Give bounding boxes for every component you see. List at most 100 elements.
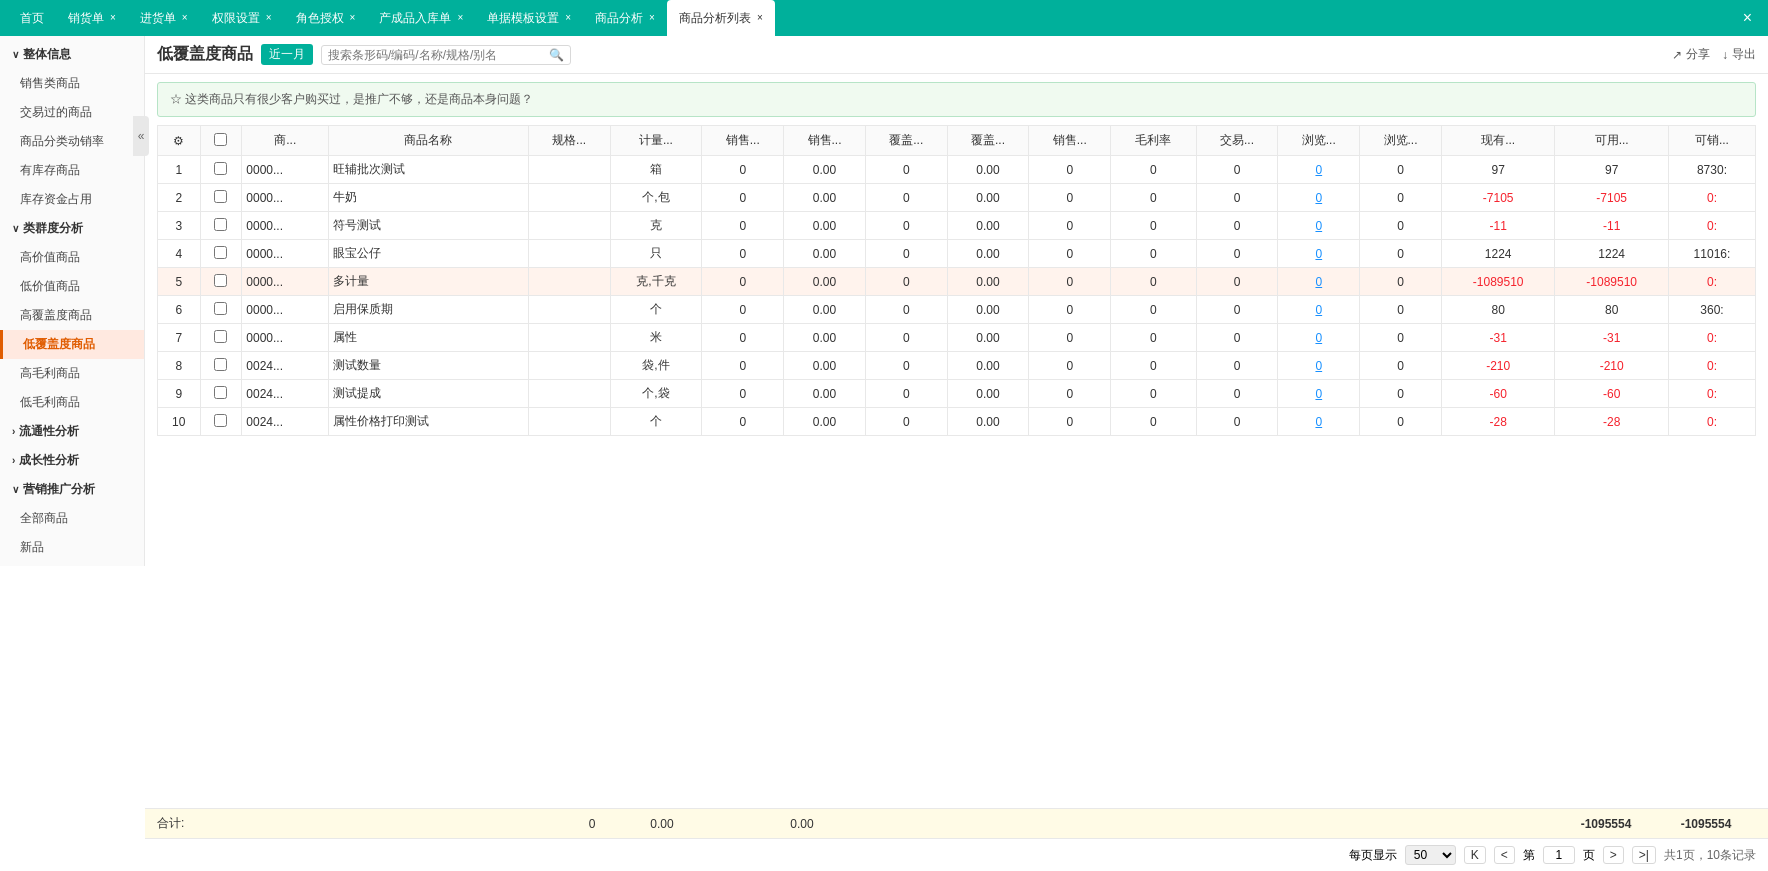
tab-template[interactable]: 单据模板设置 × [475, 0, 583, 36]
row-select-checkbox[interactable] [214, 386, 227, 399]
close-sales-tab[interactable]: × [110, 0, 116, 36]
row-gross-margin: 0 [1111, 296, 1197, 324]
search-input[interactable] [328, 48, 549, 62]
sidebar-collapse-button[interactable]: « [133, 116, 149, 156]
close-permission-tab[interactable]: × [266, 0, 272, 36]
row-select-checkbox[interactable] [214, 302, 227, 315]
row-select-checkbox[interactable] [214, 246, 227, 259]
sidebar-item-in-stock[interactable]: 有库存商品 [0, 156, 144, 185]
sidebar-item-sales-goods[interactable]: 销售类商品 [0, 69, 144, 98]
row-select-checkbox[interactable] [214, 414, 227, 427]
row-browse1[interactable]: 0 [1278, 296, 1360, 324]
close-template-tab[interactable]: × [565, 0, 571, 36]
sidebar-section-cluster[interactable]: ∨ 类群度分析 [0, 214, 144, 243]
close-product-tab[interactable]: × [457, 0, 463, 36]
row-checkbox[interactable] [200, 240, 242, 268]
export-button[interactable]: ↓ 导出 [1722, 46, 1756, 63]
close-purchase-tab[interactable]: × [182, 0, 188, 36]
row-browse1[interactable]: 0 [1278, 408, 1360, 436]
table-container[interactable]: ⚙ 商... 商品名称 规格... 计量... 销售... 销售... 覆盖..… [145, 125, 1768, 808]
row-available: -31 [1555, 324, 1669, 352]
sidebar-section-growth[interactable]: › 成长性分析 [0, 446, 144, 475]
window-close-button[interactable]: × [1735, 9, 1760, 27]
table-row: 9 0024... 测试提成 个,袋 0 0.00 0 0.00 0 0 0 0… [158, 380, 1756, 408]
row-browse1[interactable]: 0 [1278, 380, 1360, 408]
row-sellable: 8730: [1668, 156, 1755, 184]
row-spec [528, 240, 610, 268]
sidebar-item-high-value[interactable]: 高价值商品 [0, 243, 144, 272]
row-select-checkbox[interactable] [214, 218, 227, 231]
row-current: -1089510 [1441, 268, 1555, 296]
row-select-checkbox[interactable] [214, 330, 227, 343]
last-page-button[interactable]: >| [1632, 846, 1656, 864]
row-browse1[interactable]: 0 [1278, 240, 1360, 268]
tab-home[interactable]: 低覆盖度商品 首页 [8, 0, 56, 36]
sidebar-item-category-rate[interactable]: 商品分类动销率 [0, 127, 144, 156]
row-browse1[interactable]: 0 [1278, 212, 1360, 240]
sidebar-item-low-margin[interactable]: 低毛利商品 [0, 388, 144, 417]
close-analysis-list-tab[interactable]: × [757, 0, 763, 36]
row-checkbox[interactable] [200, 268, 242, 296]
sidebar-item-low-coverage[interactable]: 低覆盖度商品 [0, 330, 144, 359]
row-select-checkbox[interactable] [214, 274, 227, 287]
row-checkbox[interactable] [200, 408, 242, 436]
row-sales-count: 0 [1029, 184, 1111, 212]
sidebar-section-overall[interactable]: ∨ 整体信息 [0, 40, 144, 69]
date-filter-button[interactable]: 近一月 [261, 44, 313, 65]
row-sales-qty: 0 [702, 352, 784, 380]
row-browse1[interactable]: 0 [1278, 352, 1360, 380]
row-sales-qty: 0 [702, 184, 784, 212]
row-sales-amt: 0.00 [784, 408, 866, 436]
row-checkbox[interactable] [200, 324, 242, 352]
sidebar-item-capital[interactable]: 库存资金占用 [0, 185, 144, 214]
next-page-button[interactable]: > [1603, 846, 1624, 864]
total-sales-amt: 0.00 [627, 817, 697, 831]
row-checkbox[interactable] [200, 296, 242, 324]
prev-page-button[interactable]: < [1494, 846, 1515, 864]
sidebar-item-traded-goods[interactable]: 交易过的商品 [0, 98, 144, 127]
row-checkbox[interactable] [200, 184, 242, 212]
page-number-input[interactable] [1543, 846, 1575, 864]
row-sellable: 0: [1668, 352, 1755, 380]
row-no: 8 [158, 352, 201, 380]
row-browse1[interactable]: 0 [1278, 268, 1360, 296]
per-page-select[interactable]: 50 20 100 200 [1405, 845, 1456, 865]
share-icon: ↗ [1672, 48, 1682, 62]
tab-product-analysis[interactable]: 商品分析 × [583, 0, 667, 36]
tab-sales[interactable]: 销货单 × [56, 0, 128, 36]
row-checkbox[interactable] [200, 156, 242, 184]
table-row: 8 0024... 测试数量 袋,件 0 0.00 0 0.00 0 0 0 0… [158, 352, 1756, 380]
tab-permission[interactable]: 权限设置 × [200, 0, 284, 36]
section-arrow-flow: › [12, 426, 15, 437]
row-gross-margin: 0 [1111, 268, 1197, 296]
share-button[interactable]: ↗ 分享 [1672, 46, 1710, 63]
row-select-checkbox[interactable] [214, 162, 227, 175]
col-transaction: 交易... [1196, 126, 1278, 156]
col-settings[interactable]: ⚙ [158, 126, 201, 156]
first-page-button[interactable]: K [1464, 846, 1486, 864]
row-checkbox[interactable] [200, 212, 242, 240]
sidebar-item-low-value[interactable]: 低价值商品 [0, 272, 144, 301]
sidebar-item-all-goods[interactable]: 全部商品 [0, 504, 144, 533]
row-checkbox[interactable] [200, 352, 242, 380]
sidebar-item-high-margin[interactable]: 高毛利商品 [0, 359, 144, 388]
sidebar-item-high-coverage[interactable]: 高覆盖度商品 [0, 301, 144, 330]
tab-role[interactable]: 角色授权 × [284, 0, 368, 36]
select-all-checkbox[interactable] [214, 133, 227, 146]
tab-product-warehouse[interactable]: 产成品入库单 × [367, 0, 475, 36]
tab-product-analysis-list[interactable]: 商品分析列表 × [667, 0, 775, 36]
row-sellable: 0: [1668, 380, 1755, 408]
row-browse1[interactable]: 0 [1278, 156, 1360, 184]
row-select-checkbox[interactable] [214, 190, 227, 203]
row-sales-qty: 0 [702, 324, 784, 352]
sidebar-item-new-goods[interactable]: 新品 [0, 533, 144, 562]
row-select-checkbox[interactable] [214, 358, 227, 371]
close-role-tab[interactable]: × [350, 0, 356, 36]
row-checkbox[interactable] [200, 380, 242, 408]
sidebar-section-flow[interactable]: › 流通性分析 [0, 417, 144, 446]
sidebar-section-marketing[interactable]: ∨ 营销推广分析 [0, 475, 144, 504]
row-browse1[interactable]: 0 [1278, 324, 1360, 352]
close-analysis-tab[interactable]: × [649, 0, 655, 36]
tab-purchase[interactable]: 进货单 × [128, 0, 200, 36]
row-browse1[interactable]: 0 [1278, 184, 1360, 212]
